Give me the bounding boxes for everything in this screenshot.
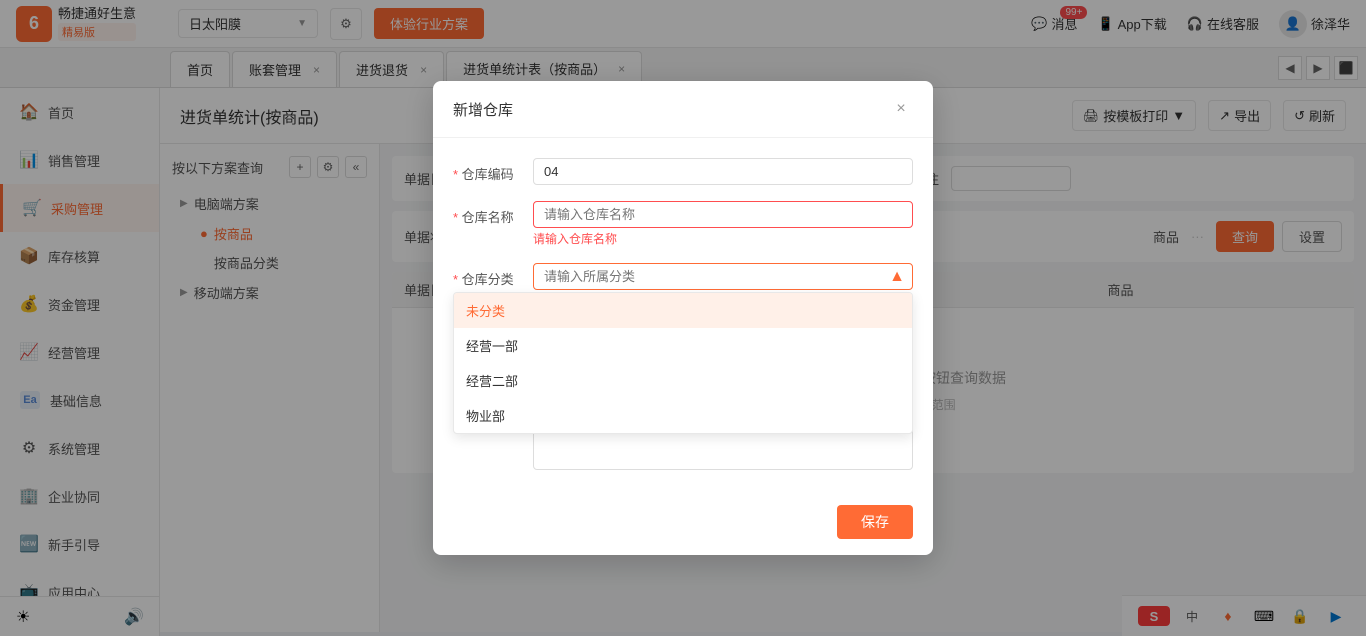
dialog-close-button[interactable]: × [889, 97, 913, 121]
code-control [533, 158, 913, 185]
dialog-header: 新增仓库 × [433, 81, 933, 138]
category-up-icon[interactable]: ▲ [889, 268, 905, 286]
name-label: 仓库名称 [453, 201, 533, 226]
form-row-code: 仓库编码 [453, 158, 913, 185]
category-option-dept1[interactable]: 经营一部 [454, 328, 912, 363]
modal-overlay: 新增仓库 × 仓库编码 仓库名称 请输入仓库名称 仓库分类 [0, 0, 1366, 636]
category-option-property[interactable]: 物业部 [454, 398, 912, 433]
dialog-footer: 保存 [433, 489, 933, 555]
dialog-title: 新增仓库 [453, 99, 513, 120]
new-warehouse-dialog: 新增仓库 × 仓库编码 仓库名称 请输入仓库名称 仓库分类 [433, 81, 933, 555]
code-label: 仓库编码 [453, 158, 533, 183]
dialog-body: 仓库编码 仓库名称 请输入仓库名称 仓库分类 ▲ [433, 138, 933, 473]
form-row-name: 仓库名称 请输入仓库名称 [453, 201, 913, 247]
name-control: 请输入仓库名称 [533, 201, 913, 247]
category-input-wrap: ▲ [533, 263, 913, 290]
form-row-category: 仓库分类 ▲ 未分类 经营一部 经营二部 物业部 [453, 263, 913, 290]
save-button[interactable]: 保存 [837, 505, 913, 539]
category-control: ▲ 未分类 经营一部 经营二部 物业部 [533, 263, 913, 290]
warehouse-code-input[interactable] [533, 158, 913, 185]
category-option-none[interactable]: 未分类 [454, 293, 912, 328]
warehouse-category-input[interactable] [533, 263, 913, 290]
category-label: 仓库分类 [453, 263, 533, 288]
category-dropdown: 未分类 经营一部 经营二部 物业部 [453, 292, 913, 434]
category-option-dept2[interactable]: 经营二部 [454, 363, 912, 398]
name-error-msg: 请输入仓库名称 [533, 230, 913, 247]
warehouse-name-input[interactable] [533, 201, 913, 228]
